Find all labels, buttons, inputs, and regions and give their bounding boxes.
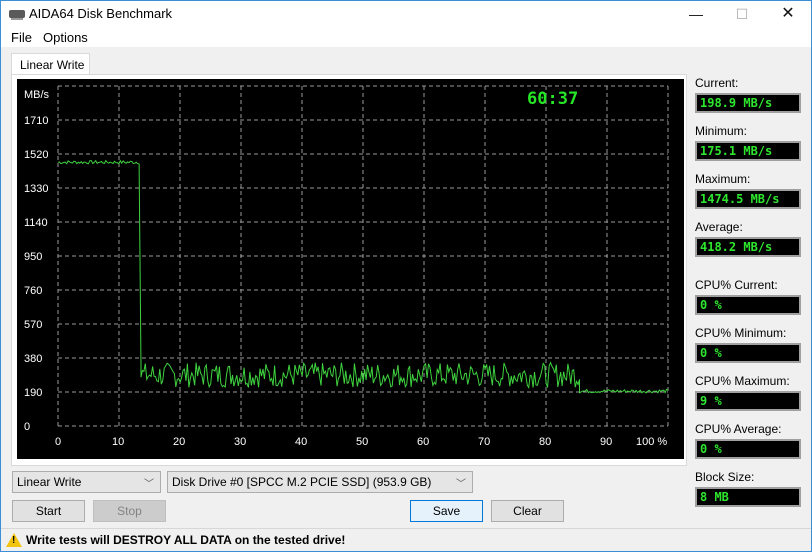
x-tick-label: 20	[173, 436, 185, 448]
y-axis-label: MB/s	[24, 89, 50, 101]
x-tick-label: 30	[234, 436, 246, 448]
warning-text: Write tests will DESTROY ALL DATA on the…	[26, 533, 346, 547]
block-size-value: 8 MB	[695, 487, 801, 507]
menu-options[interactable]: Options	[43, 30, 88, 45]
x-tick-label: 0	[55, 436, 61, 448]
y-tick-label: 1520	[24, 149, 48, 161]
close-button[interactable]: ✕	[765, 1, 811, 27]
tab-strip: Linear Write	[1, 47, 811, 75]
warning-icon	[6, 533, 22, 547]
cpu-current-label: CPU% Current:	[695, 278, 778, 292]
x-tick-label: 50	[356, 436, 368, 448]
test-type-select[interactable]: Linear Write ﹀	[12, 471, 161, 493]
y-tick-label: 380	[24, 353, 42, 365]
test-type-value: Linear Write	[17, 475, 82, 489]
drive-select[interactable]: Disk Drive #0 [SPCC M.2 PCIE SSD] (953.9…	[167, 471, 473, 493]
x-tick-label: 10	[112, 436, 124, 448]
window-title: AIDA64 Disk Benchmark	[29, 6, 173, 21]
cpu-minimum-label: CPU% Minimum:	[695, 326, 787, 340]
y-tick-label: 760	[24, 285, 42, 297]
x-tick-label: 100 %	[636, 436, 667, 448]
average-label: Average:	[695, 220, 743, 234]
save-button[interactable]: Save	[410, 500, 483, 522]
x-tick-label: 40	[295, 436, 307, 448]
chevron-down-icon: ﹀	[144, 479, 154, 490]
cpu-maximum-label: CPU% Maximum:	[695, 374, 790, 388]
tab-linear-write[interactable]: Linear Write	[11, 53, 90, 75]
y-tick-label: 1140	[24, 217, 48, 229]
average-value: 418.2 MB/s	[695, 237, 801, 257]
stop-button[interactable]: Stop	[93, 500, 166, 522]
y-tick-label: 190	[24, 387, 42, 399]
cpu-current-value: 0 %	[695, 295, 801, 315]
cpu-average-label: CPU% Average:	[695, 422, 782, 436]
minimum-label: Minimum:	[695, 124, 748, 138]
minimize-button[interactable]: —	[673, 1, 719, 27]
menu-bar: File Options	[1, 27, 811, 47]
x-tick-label: 70	[478, 436, 490, 448]
maximum-label: Maximum:	[695, 172, 751, 186]
cpu-maximum-value: 9 %	[695, 391, 801, 411]
elapsed-timer: 60:37	[527, 89, 579, 109]
current-label: Current:	[695, 76, 739, 90]
current-value: 198.9 MB/s	[695, 93, 801, 113]
disk-app-icon	[9, 10, 25, 20]
benchmark-chart: MB/s 0 190 380 570 760 950 1140 1330 1520 1710 0 10 2…	[17, 79, 684, 459]
start-button[interactable]: Start	[12, 500, 85, 522]
minimum-value: 175.1 MB/s	[695, 141, 801, 161]
menu-file[interactable]: File	[11, 30, 32, 45]
chart-svg: MB/s 0 190 380 570 760 950 1140 1330 1520 1710 0 10 2…	[24, 85, 669, 448]
y-tick-label: 1330	[24, 183, 48, 195]
benchmark-window: AIDA64 Disk Benchmark — ☐ ✕ File Options…	[0, 0, 812, 552]
status-bar: Write tests will DESTROY ALL DATA on the…	[1, 528, 811, 551]
clear-button[interactable]: Clear	[491, 500, 564, 522]
x-tick-label: 80	[539, 436, 551, 448]
maximize-button[interactable]: ☐	[719, 1, 765, 27]
block-size-label: Block Size:	[695, 470, 755, 484]
y-tick-label: 950	[24, 251, 42, 263]
x-tick-label: 90	[600, 436, 612, 448]
maximum-value: 1474.5 MB/s	[695, 189, 801, 209]
cpu-minimum-value: 0 %	[695, 343, 801, 363]
x-tick-label: 60	[417, 436, 429, 448]
y-tick-label: 570	[24, 319, 42, 331]
drive-value: Disk Drive #0 [SPCC M.2 PCIE SSD] (953.9…	[172, 475, 432, 489]
cpu-average-value: 0 %	[695, 439, 801, 459]
title-bar: AIDA64 Disk Benchmark — ☐ ✕	[1, 1, 811, 27]
y-tick-label: 1710	[24, 115, 48, 127]
y-tick-label: 0	[24, 421, 30, 433]
chevron-down-icon: ﹀	[456, 479, 466, 490]
